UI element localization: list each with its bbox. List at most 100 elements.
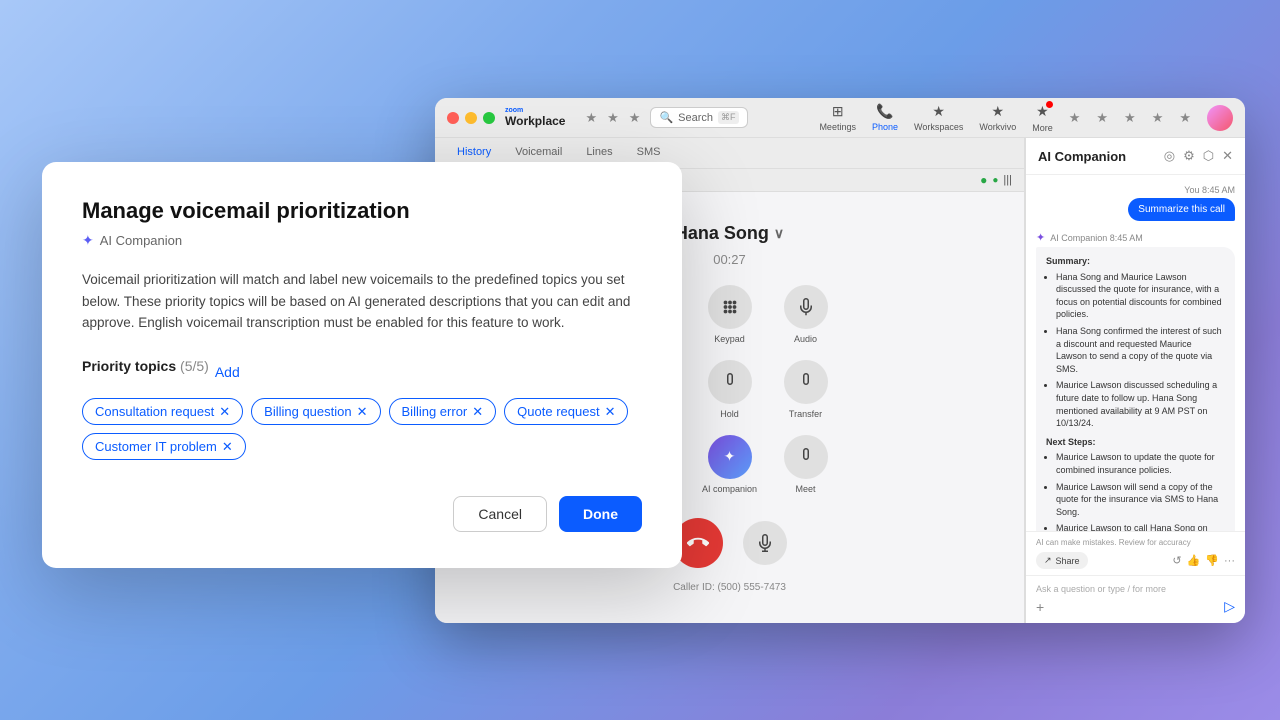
- notification-dot: [1046, 101, 1053, 108]
- audio-button[interactable]: [784, 285, 828, 329]
- ai-message: ✦ AI Companion 8:45 AM Summary: Hana Son…: [1036, 231, 1235, 531]
- traffic-lights: [447, 112, 495, 124]
- top-nav-icons: ⊞ Meetings 📞 Phone ★ Workspaces ★ Workvi…: [819, 103, 1233, 133]
- ai-message-meta: ✦ AI Companion 8:45 AM: [1036, 231, 1235, 244]
- tag-quote-request: Quote request ✕: [504, 398, 628, 425]
- status-icons: ● ● |||: [980, 173, 1012, 187]
- ai-accuracy-note: AI can make mistakes. Review for accurac…: [1036, 538, 1235, 547]
- nav-workspaces[interactable]: ★ Workspaces: [914, 103, 963, 132]
- tag-label: Billing question: [264, 404, 351, 419]
- status-icon-1: ●: [980, 173, 987, 187]
- ai-panel-title: AI Companion: [1038, 149, 1126, 164]
- ai-panel-header: AI Companion ◎ ⚙ ⬡ ✕: [1026, 138, 1245, 175]
- tag-remove-quote-request[interactable]: ✕: [605, 405, 616, 418]
- user-message: You 8:45 AM Summarize this call: [1036, 185, 1235, 221]
- workspaces-label: Workspaces: [914, 122, 963, 132]
- caller-chevron-icon: ∨: [774, 225, 784, 242]
- search-shortcut: ⌘F: [718, 111, 739, 124]
- hold-label: Hold: [720, 409, 739, 419]
- nav-workvivo[interactable]: ★ Workvivo: [979, 103, 1016, 132]
- user-message-bubble: Summarize this call: [1128, 198, 1235, 221]
- ai-info-icon[interactable]: ◎: [1164, 148, 1175, 164]
- ai-footer: AI can make mistakes. Review for accurac…: [1026, 531, 1245, 575]
- ai-companion-btn-item: ✦ AI companion: [700, 435, 760, 494]
- nav-star-right-3: ★: [1124, 110, 1136, 126]
- keypad-button[interactable]: [708, 285, 752, 329]
- status-icon-2: ●: [992, 175, 998, 186]
- tags-container: Consultation request ✕ Billing question …: [82, 398, 642, 460]
- ai-panel-actions: ◎ ⚙ ⬡ ✕: [1164, 148, 1233, 164]
- nav-star-right-2: ★: [1096, 110, 1108, 126]
- nav-star-right-4: ★: [1152, 110, 1164, 126]
- reaction-icon-1[interactable]: ↺: [1172, 554, 1181, 567]
- more-options-icon[interactable]: ···: [1224, 555, 1235, 567]
- keypad-btn-item: Keypad: [700, 285, 760, 344]
- ai-send-button[interactable]: ▷: [1224, 598, 1235, 615]
- modal-title: Manage voicemail prioritization: [82, 198, 642, 224]
- maximize-button[interactable]: [483, 112, 495, 124]
- hold-button[interactable]: [708, 360, 752, 404]
- nav-more[interactable]: ★ More: [1032, 103, 1053, 133]
- caller-name-text: Hana Song: [675, 223, 769, 244]
- tag-customer-it-problem: Customer IT problem ✕: [82, 433, 246, 460]
- share-label: Share: [1056, 556, 1080, 566]
- ai-companion-button[interactable]: ✦: [708, 435, 752, 479]
- transfer-button[interactable]: [784, 360, 828, 404]
- nav-meetings[interactable]: ⊞ Meetings: [819, 103, 856, 132]
- call-controls-bottom: [673, 518, 787, 568]
- ai-settings-icon[interactable]: ⚙: [1183, 148, 1195, 164]
- ai-message-bubble: Summary: Hana Song and Maurice Lawson di…: [1036, 247, 1235, 531]
- keypad-label: Keypad: [714, 334, 745, 344]
- search-bar[interactable]: 🔍 Search ⌘F: [650, 107, 747, 128]
- audio-label: Audio: [794, 334, 817, 344]
- tag-label: Quote request: [517, 404, 599, 419]
- tag-label: Billing error: [402, 404, 468, 419]
- reaction-icon-2[interactable]: 👍: [1187, 554, 1201, 567]
- reaction-icon-3[interactable]: 👎: [1205, 554, 1219, 567]
- nav-star-2[interactable]: ★: [607, 110, 619, 126]
- user-message-meta: You 8:45 AM: [1184, 185, 1235, 195]
- priority-count: (5/5): [180, 358, 209, 374]
- search-label: Search: [678, 112, 713, 124]
- call-duration: 00:27: [713, 252, 746, 267]
- caller-name: Hana Song ∨: [675, 223, 784, 244]
- ai-companion-label: AI companion: [702, 484, 757, 494]
- cancel-button[interactable]: Cancel: [453, 496, 547, 532]
- transfer-btn-item: Transfer: [776, 360, 836, 419]
- phone-icon: 📞: [876, 103, 893, 120]
- tag-remove-billing-question[interactable]: ✕: [357, 405, 368, 418]
- share-button[interactable]: ↗ Share: [1036, 552, 1088, 569]
- done-button[interactable]: Done: [559, 496, 642, 532]
- modal-description: Voicemail prioritization will match and …: [82, 269, 642, 334]
- ai-close-icon[interactable]: ✕: [1222, 148, 1233, 164]
- nav-phone[interactable]: 📞 Phone: [872, 103, 898, 132]
- meet-button[interactable]: [784, 435, 828, 479]
- workspaces-icon: ★: [932, 103, 945, 120]
- nav-star-3[interactable]: ★: [629, 110, 641, 126]
- add-priority-link[interactable]: Add: [215, 364, 240, 380]
- more-label: More: [1032, 123, 1053, 133]
- tag-remove-billing-error[interactable]: ✕: [472, 405, 483, 418]
- nav-star-1[interactable]: ★: [585, 110, 597, 126]
- modal-diamond-icon: ✦: [82, 232, 94, 249]
- signal-icon: |||: [1003, 174, 1012, 186]
- workvivo-icon: ★: [992, 103, 1005, 120]
- tag-remove-consultation[interactable]: ✕: [219, 405, 230, 418]
- ai-expand-icon[interactable]: ⬡: [1203, 148, 1214, 164]
- ai-input-add-icon[interactable]: +: [1036, 599, 1044, 615]
- caller-id: Caller ID: (500) 555-7473: [673, 582, 786, 593]
- meetings-icon: ⊞: [832, 103, 844, 120]
- nav-star-right-1: ★: [1069, 110, 1081, 126]
- close-button[interactable]: [447, 112, 459, 124]
- ai-messages: You 8:45 AM Summarize this call ✦ AI Com…: [1026, 175, 1245, 531]
- bottom-mute-button[interactable]: [743, 521, 787, 565]
- workvivo-label: Workvivo: [979, 122, 1016, 132]
- ai-input-actions: + ▷: [1036, 598, 1235, 615]
- brand-zoom-label: zoom: [505, 107, 565, 114]
- minimize-button[interactable]: [465, 112, 477, 124]
- nav-star-right-5: ★: [1179, 110, 1191, 126]
- transfer-label: Transfer: [789, 409, 822, 419]
- user-avatar[interactable]: [1207, 105, 1233, 131]
- tag-billing-question: Billing question ✕: [251, 398, 380, 425]
- tag-remove-customer-it[interactable]: ✕: [222, 440, 233, 453]
